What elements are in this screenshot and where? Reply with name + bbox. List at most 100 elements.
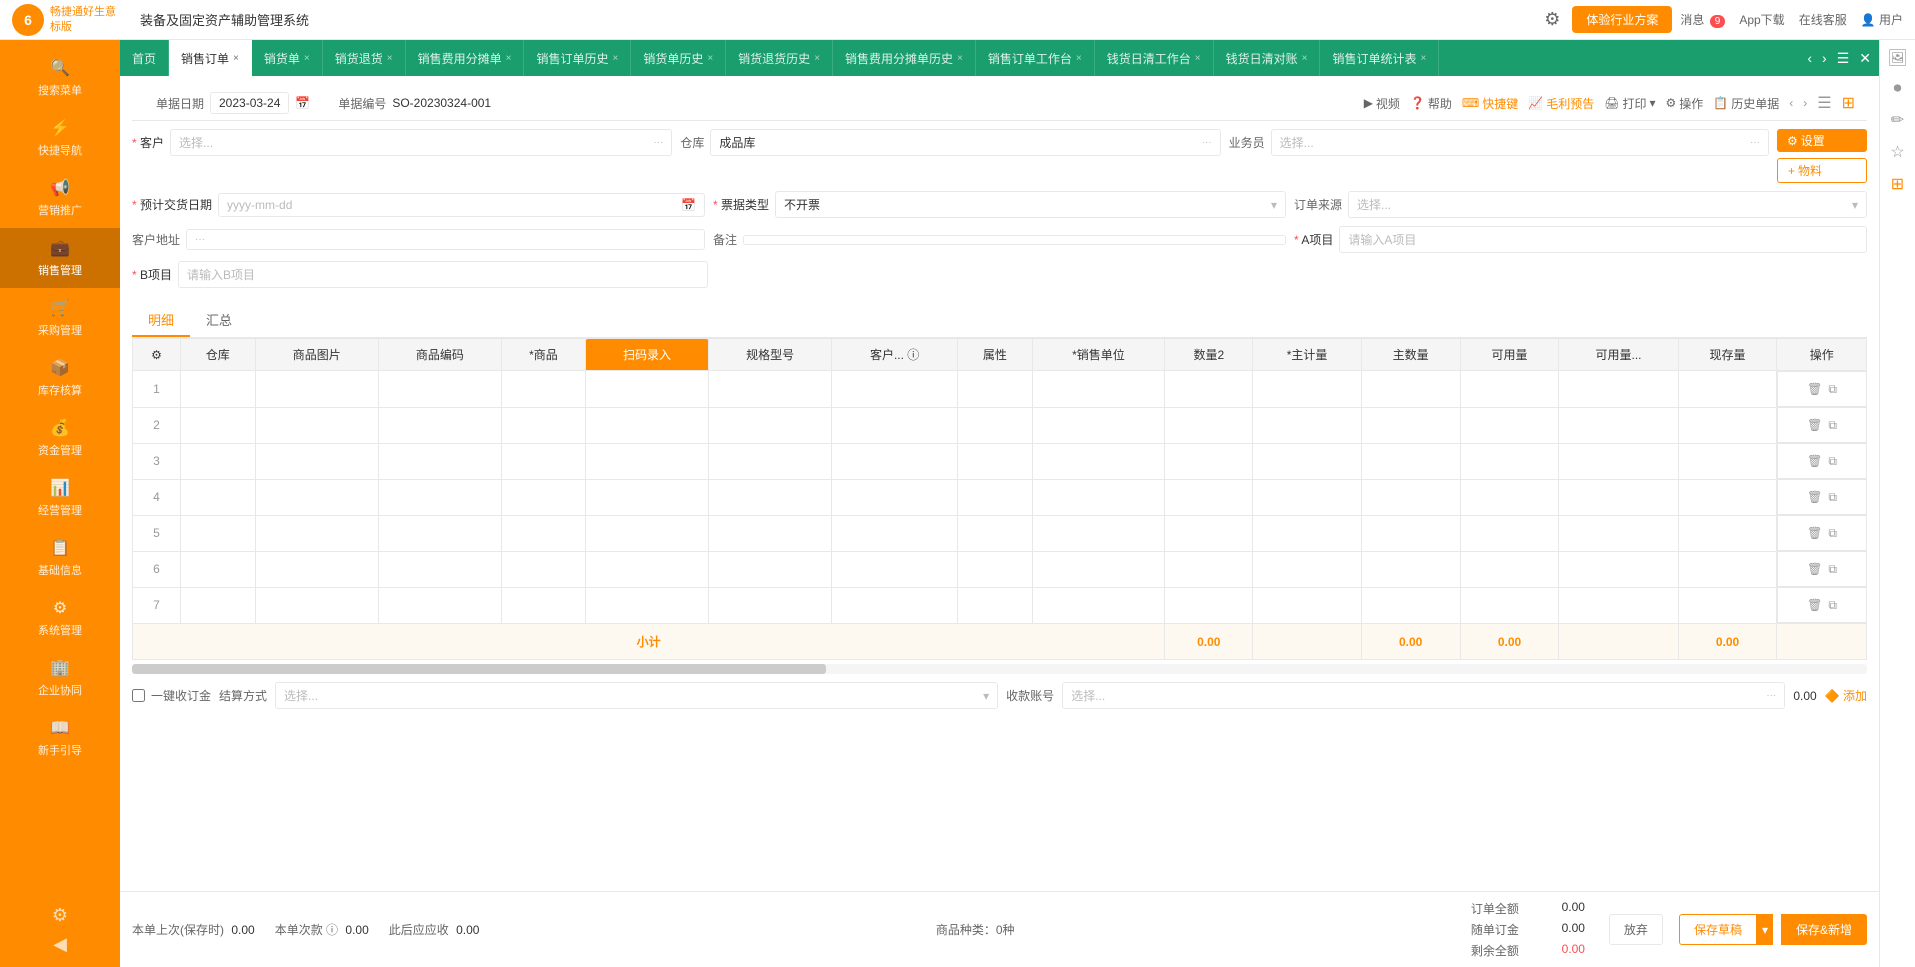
row2-unit[interactable] [1032,407,1165,443]
nav-prev-doc-icon[interactable]: ‹ [1789,96,1793,110]
row3-delete-icon[interactable]: 🗑 [1807,454,1822,468]
save-new-button[interactable]: 保存&新增 [1781,914,1867,945]
row1-product[interactable] [501,371,585,408]
tab-invoice-history[interactable]: 销货单历史 × [631,40,726,76]
a-project-input[interactable]: 请输入A项目 [1339,226,1867,253]
calendar-icon[interactable]: 📅 [295,96,310,110]
row5-delete-icon[interactable]: 🗑 [1807,526,1822,540]
row1-available2[interactable] [1559,371,1678,408]
online-service-button[interactable]: 在线客服 [1799,11,1847,28]
note-input[interactable] [743,235,1286,245]
row2-main-unit[interactable] [1253,407,1361,443]
row2-code[interactable] [378,407,501,443]
close-sales-order-icon[interactable]: × [233,53,239,64]
row2-available[interactable] [1460,407,1559,443]
print-btn[interactable]: 🖨 打印 ▾ [1604,95,1655,112]
staff-input[interactable]: 选择... ··· [1271,129,1769,156]
shortcut-btn[interactable]: ⌨ 快捷键 [1462,95,1518,112]
user-button[interactable]: 👤 用户 [1861,11,1903,28]
sidebar-item-search[interactable]: 🔍 搜索菜单 [0,48,120,108]
delivery-input[interactable]: yyyy-mm-dd 📅 [218,193,705,217]
sidebar-item-finance[interactable]: 💰 资金管理 [0,408,120,468]
row1-custom[interactable] [832,371,958,408]
tab-return[interactable]: 销货退货 × [323,40,406,76]
sidebar-item-inventory[interactable]: 📦 库存核算 [0,348,120,408]
tab-summary[interactable]: 汇总 [190,304,248,337]
sidebar-item-marketing[interactable]: 📢 营销推广 [0,168,120,228]
message-button[interactable]: 消息 9 [1680,11,1725,28]
save-draft-dropdown-icon[interactable]: ▾ [1757,914,1773,945]
industry-button[interactable]: 体验行业方案 [1572,6,1672,33]
tab-return-history[interactable]: 销货退货历史 × [726,40,833,76]
row2-spec[interactable] [709,407,832,443]
close-return-history-icon[interactable]: × [814,53,820,64]
tab-order-history[interactable]: 销售订单历史 × [524,40,631,76]
sidebar-item-purchase[interactable]: 🛒 采购管理 [0,288,120,348]
row1-stock[interactable] [1678,371,1777,408]
tab-workbench[interactable]: 销售订单工作台 × [976,40,1095,76]
help-btn[interactable]: ❓ 帮助 [1410,95,1452,112]
address-input[interactable]: ··· [186,229,705,250]
th-scan[interactable]: 扫码录入 [585,339,708,371]
profit-btn[interactable]: 📈 毛利预告 [1528,95,1594,112]
tab-home[interactable]: 首页 [120,40,169,76]
close-expense-history-icon[interactable]: × [957,53,963,64]
preview-btn[interactable]: ▶ 视频 [1364,95,1400,112]
app-download-button[interactable]: App下载 [1739,11,1784,28]
list-view-icon[interactable]: ☰ [1817,93,1831,113]
nav-close-all-icon[interactable]: ✕ [1855,48,1875,69]
nav-menu-icon[interactable]: ☰ [1833,48,1854,69]
history-btn[interactable]: 📋 历史单据 [1713,95,1779,112]
nav-next-icon[interactable]: › [1818,48,1831,68]
row3-copy-icon[interactable]: ⧉ [1828,454,1837,469]
grid-view-icon[interactable]: ⊞ [1842,93,1855,113]
sidebar-item-system[interactable]: ⚙ 系统管理 [0,588,120,648]
right-panel-scan-icon[interactable]: ⊞ [1891,174,1904,194]
row1-unit[interactable] [1032,371,1165,408]
tab-expense[interactable]: 销售费用分摊单 × [406,40,525,76]
row2-qty2[interactable] [1165,407,1253,443]
th-settings[interactable]: ⚙ [133,339,181,371]
add-material-btn[interactable]: + 物料 [1777,158,1867,183]
sidebar-item-basic[interactable]: 📋 基础信息 [0,528,120,588]
row1-code[interactable] [378,371,501,408]
tab-expense-history[interactable]: 销售费用分摊单历史 × [833,40,976,76]
row1-main-qty[interactable] [1361,371,1460,408]
b-project-input[interactable]: 请输入B项目 [178,261,708,288]
tab-detail[interactable]: 明细 [132,304,190,337]
row5-copy-icon[interactable]: ⧉ [1828,526,1837,541]
settings-icon[interactable]: ⚙ [1544,9,1560,30]
row7-copy-icon[interactable]: ⧉ [1828,598,1837,613]
row2-product[interactable] [501,407,585,443]
sidebar-item-sales[interactable]: 💼 销售管理 [0,228,120,288]
customer-input[interactable]: 选择... ··· [170,129,672,156]
row3-warehouse[interactable] [180,443,255,479]
row1-copy-icon[interactable]: ⧉ [1828,382,1837,397]
close-invoice-history-icon[interactable]: × [707,53,713,64]
account-select[interactable]: 选择... ··· [1062,682,1785,709]
invoice-select[interactable]: 不开票 ▾ [775,191,1286,218]
tab-reconcile[interactable]: 钱货日清对账 × [1214,40,1321,76]
settings-btn[interactable]: ⚙ 设置 [1777,129,1867,152]
nav-next-doc-icon[interactable]: › [1803,96,1807,110]
row2-stock[interactable] [1678,407,1777,443]
close-stats-icon[interactable]: × [1420,53,1426,64]
row2-attr[interactable] [958,407,1033,443]
row2-image[interactable] [255,407,378,443]
sidebar-collapse-icon[interactable]: ◀ [53,934,67,955]
tab-daily-clear[interactable]: 钱货日清工作台 × [1095,40,1214,76]
right-panel-image-icon[interactable]: 🖼 [1887,48,1907,68]
row1-image[interactable] [255,371,378,408]
payment-method-select[interactable]: 选择... ▾ [275,682,998,709]
row2-copy-icon[interactable]: ⧉ [1828,418,1837,433]
row6-copy-icon[interactable]: ⧉ [1828,562,1837,577]
sidebar-settings-icon[interactable]: ⚙ [52,905,68,926]
row1-scan[interactable] [585,371,708,408]
operate-btn[interactable]: ⚙ 操作 [1666,95,1704,112]
sidebar-item-guide[interactable]: 📖 新手引导 [0,708,120,768]
row1-main-unit[interactable] [1253,371,1361,408]
doc-date-value[interactable]: 2023-03-24 [210,92,289,114]
close-reconcile-icon[interactable]: × [1302,53,1308,64]
sidebar-item-quick[interactable]: ⚡ 快捷导航 [0,108,120,168]
row2-scan[interactable] [585,407,708,443]
